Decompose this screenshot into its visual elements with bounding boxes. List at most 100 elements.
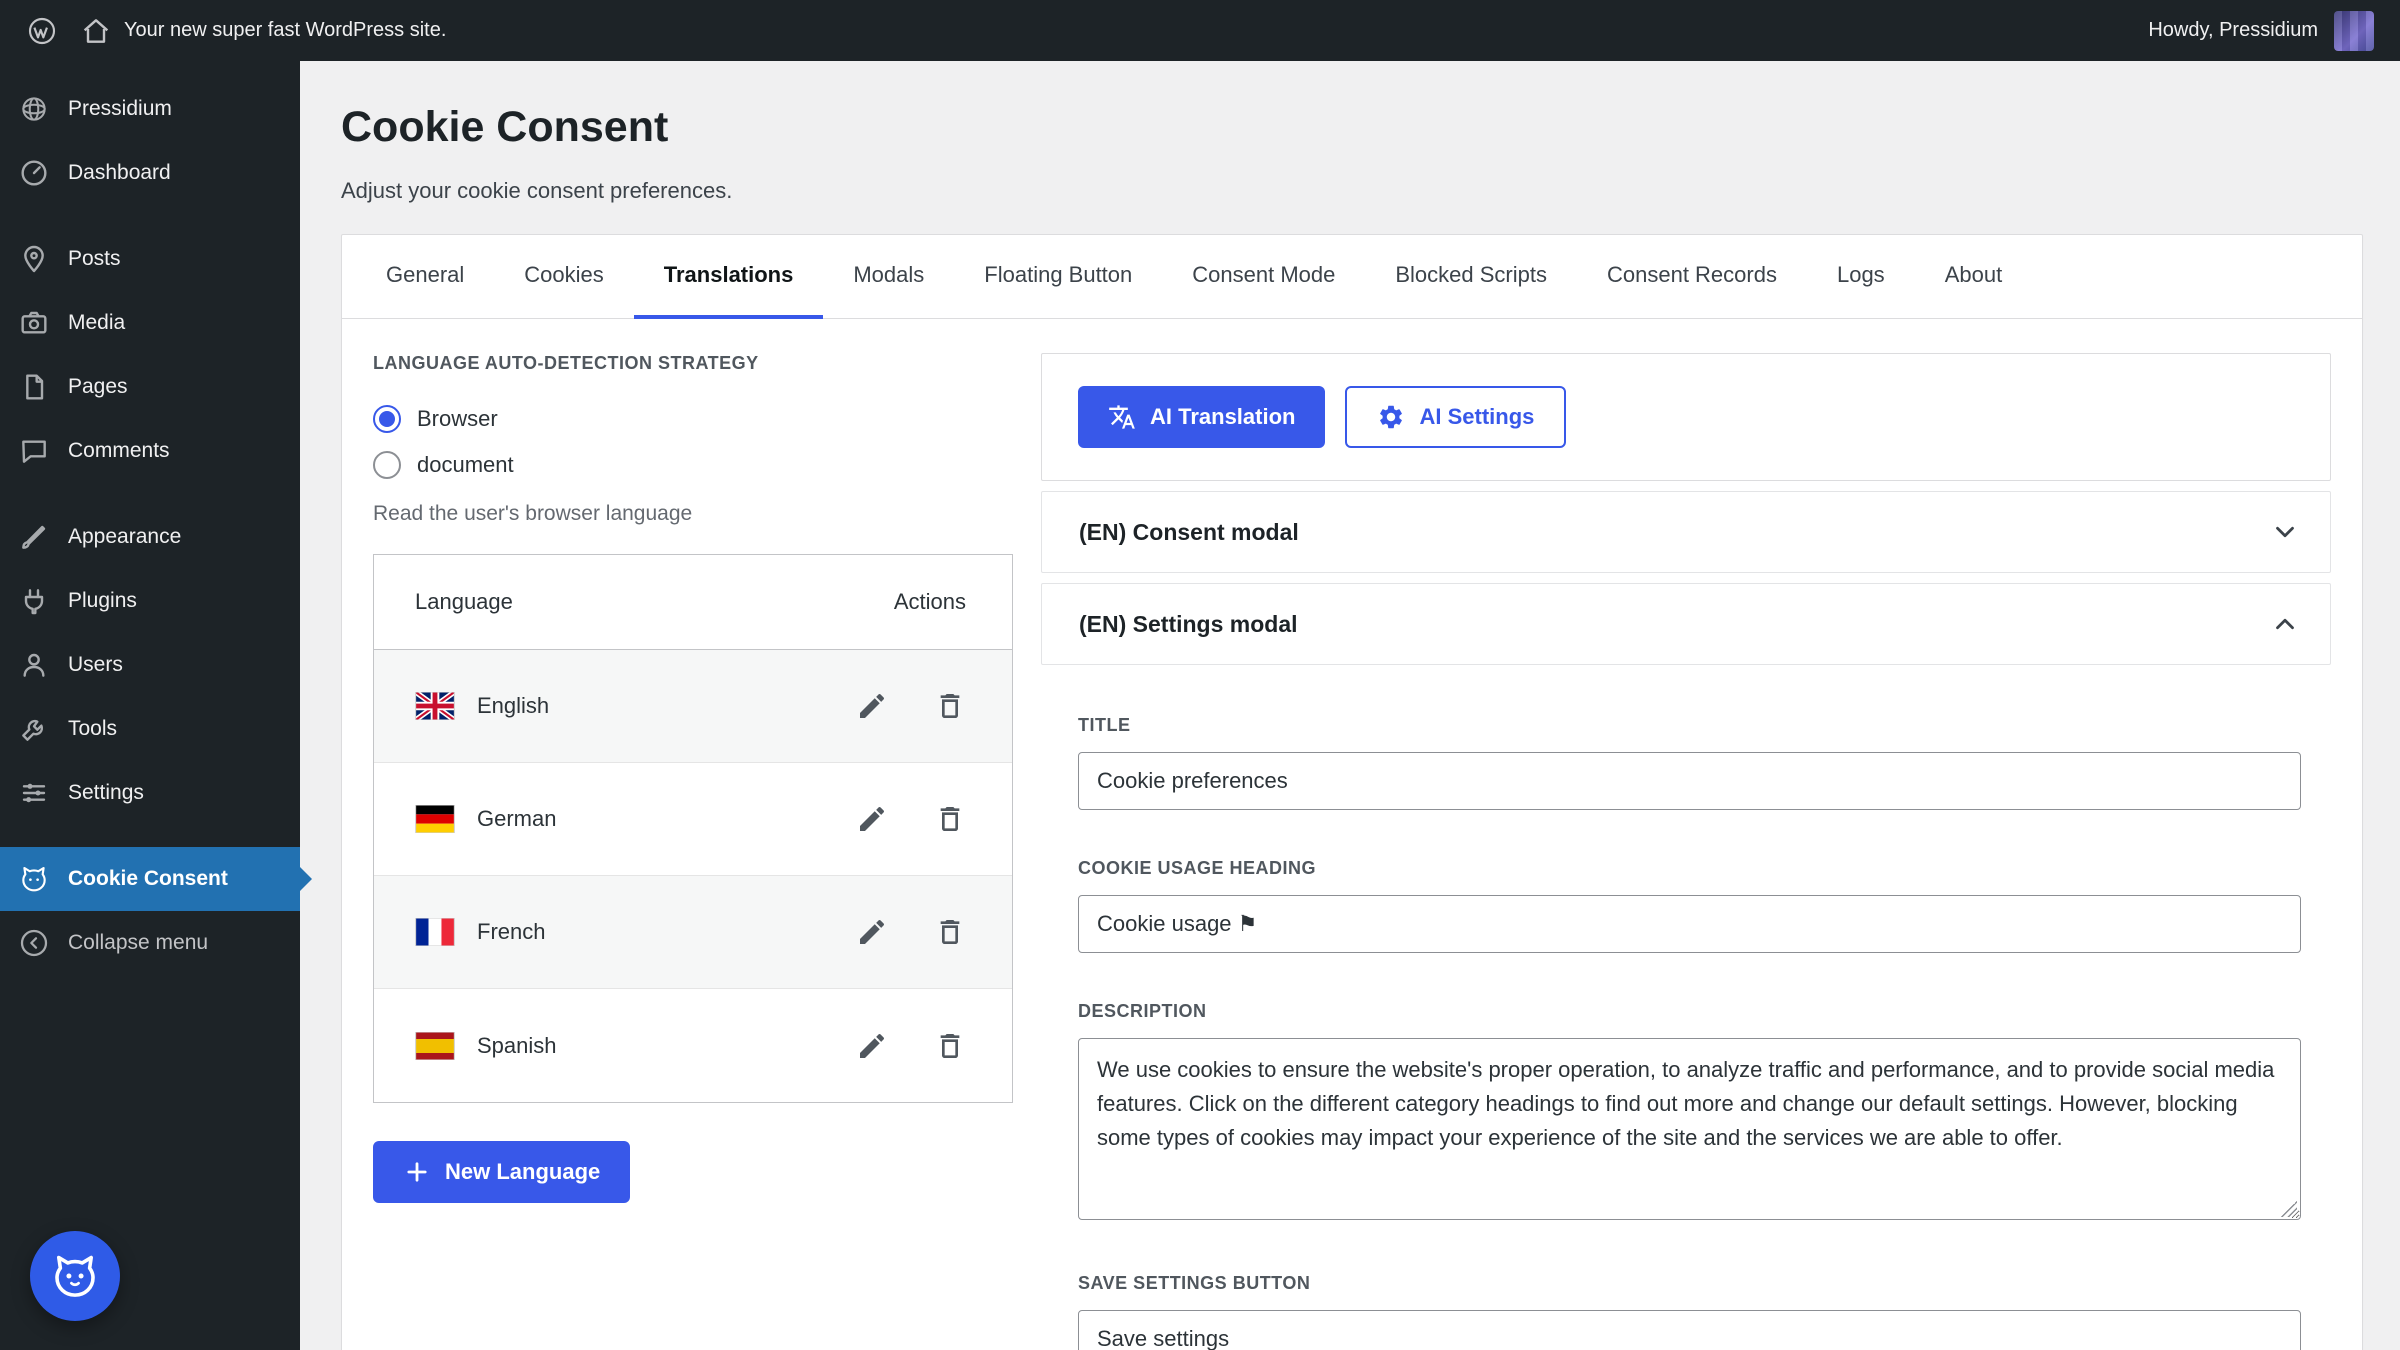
strategy-radio-group: Browser document bbox=[373, 396, 1013, 488]
france-flag-icon bbox=[415, 918, 455, 946]
tab-about[interactable]: About bbox=[1915, 235, 2033, 319]
pressidium-mascot-button[interactable] bbox=[30, 1231, 120, 1321]
sidebar-item-pages[interactable]: Pages bbox=[0, 355, 300, 419]
ai-translation-button[interactable]: AI Translation bbox=[1078, 386, 1326, 448]
tab-translations[interactable]: Translations bbox=[633, 235, 824, 319]
howdy-text[interactable]: Howdy, Pressidium bbox=[2148, 19, 2318, 42]
sidebar-item-label: Users bbox=[68, 653, 123, 676]
sidebar-item-collapse-menu[interactable]: Collapse menu bbox=[0, 911, 300, 975]
tab-logs[interactable]: Logs bbox=[1807, 235, 1915, 319]
page-title: Cookie Consent bbox=[341, 103, 669, 151]
cookie-usage-field-label: Cookie usage heading bbox=[1078, 858, 1317, 878]
new-language-button[interactable]: New Language bbox=[373, 1141, 631, 1203]
user-avatar[interactable] bbox=[2334, 10, 2374, 51]
ai-settings-button[interactable]: AI Settings bbox=[1345, 386, 1567, 448]
description-textarea[interactable]: We use cookies to ensure the website's p… bbox=[1078, 1038, 2301, 1220]
table-row: English bbox=[374, 650, 1012, 763]
tab-general[interactable]: General bbox=[356, 235, 494, 319]
main-content: Cookie Consent Adjust your cookie consen… bbox=[300, 61, 2400, 1350]
sidebar-item-tools[interactable]: Tools bbox=[0, 697, 300, 761]
media-icon bbox=[18, 307, 50, 339]
sidebar-item-pressidium[interactable]: Pressidium bbox=[0, 77, 300, 141]
radio-document-control[interactable] bbox=[373, 451, 401, 479]
column-actions: Actions bbox=[893, 589, 966, 614]
sidebar: Pressidium Dashboard Posts Media Pages C… bbox=[0, 61, 312, 1350]
sidebar-item-label: Dashboard bbox=[68, 161, 171, 184]
sidebar-item-dashboard[interactable]: Dashboard bbox=[0, 141, 300, 205]
language-table-header: Language Actions bbox=[374, 555, 1012, 650]
tab-floating-button[interactable]: Floating Button bbox=[954, 235, 1162, 319]
language-table: Language Actions English German French S… bbox=[373, 554, 1013, 1103]
sidebar-item-settings[interactable]: Settings bbox=[0, 761, 300, 825]
gear-icon bbox=[1377, 403, 1405, 431]
delete-icon[interactable] bbox=[934, 916, 966, 948]
plus-icon bbox=[403, 1158, 431, 1186]
radio-browser-control[interactable] bbox=[373, 405, 401, 433]
sidebar-item-users[interactable]: Users bbox=[0, 633, 300, 697]
cat-mascot-icon bbox=[55, 1255, 95, 1297]
radio-document[interactable]: document bbox=[373, 442, 1013, 488]
settings-modal-form: Title Cookie usage heading Description W… bbox=[1041, 665, 2331, 1350]
ai-settings-label: AI Settings bbox=[1419, 404, 1535, 429]
tab-consent-mode[interactable]: Consent Mode bbox=[1162, 235, 1365, 319]
ai-panel: AI Translation AI Settings bbox=[1041, 353, 2331, 481]
sidebar-item-label: Posts bbox=[68, 247, 121, 270]
site-link[interactable]: Your new super fast WordPress site. bbox=[80, 15, 446, 47]
accordion-settings-modal[interactable]: (EN) Settings modal bbox=[1041, 583, 2331, 665]
menu-separator bbox=[0, 825, 300, 847]
title-input[interactable] bbox=[1078, 752, 2301, 810]
chevron-up-icon bbox=[2270, 609, 2300, 639]
home-icon bbox=[80, 15, 112, 47]
menu-separator bbox=[0, 205, 300, 227]
sidebar-item-label: Plugins bbox=[68, 589, 137, 612]
tab-modals[interactable]: Modals bbox=[823, 235, 954, 319]
ai-translation-label: AI Translation bbox=[1150, 404, 1296, 429]
plugins-icon bbox=[18, 585, 50, 617]
sidebar-item-appearance[interactable]: Appearance bbox=[0, 505, 300, 569]
tab-cookies[interactable]: Cookies bbox=[494, 235, 633, 319]
chevron-down-icon bbox=[2270, 517, 2300, 547]
tab-bar: General Cookies Translations Modals Floa… bbox=[342, 235, 2362, 319]
tab-consent-records[interactable]: Consent Records bbox=[1577, 235, 1807, 319]
delete-icon[interactable] bbox=[934, 1030, 966, 1062]
germany-flag-icon bbox=[415, 805, 455, 833]
sidebar-item-media[interactable]: Media bbox=[0, 291, 300, 355]
collapse-menu-icon bbox=[18, 927, 50, 959]
language-name: French bbox=[477, 919, 546, 944]
sidebar-item-label: Settings bbox=[68, 781, 144, 804]
language-column: Language auto-detection strategy Browser… bbox=[373, 353, 1013, 1350]
delete-icon[interactable] bbox=[934, 690, 966, 722]
sidebar-item-comments[interactable]: Comments bbox=[0, 419, 300, 483]
strategy-help-text: Read the user's browser language bbox=[373, 502, 693, 525]
language-name: Spanish bbox=[477, 1032, 557, 1058]
table-row: German bbox=[374, 763, 1012, 876]
accordion-consent-modal[interactable]: (EN) Consent modal bbox=[1041, 491, 2331, 573]
language-name: English bbox=[477, 693, 550, 718]
delete-icon[interactable] bbox=[934, 803, 966, 835]
save-settings-input[interactable] bbox=[1078, 1310, 2301, 1350]
sidebar-item-label: Tools bbox=[68, 717, 118, 740]
sidebar-item-label: Media bbox=[68, 311, 126, 334]
site-name: Your new super fast WordPress site. bbox=[124, 19, 447, 41]
edit-icon[interactable] bbox=[856, 803, 888, 835]
radio-browser[interactable]: Browser bbox=[373, 396, 1013, 442]
edit-icon[interactable] bbox=[856, 916, 888, 948]
strategy-label: Language auto-detection strategy bbox=[373, 353, 759, 373]
edit-icon[interactable] bbox=[856, 690, 888, 722]
wordpress-logo-icon[interactable] bbox=[26, 15, 58, 47]
accordion-title: (EN) Consent modal bbox=[1079, 518, 1299, 545]
tools-icon bbox=[18, 713, 50, 745]
edit-icon[interactable] bbox=[856, 1030, 888, 1062]
appearance-icon bbox=[18, 521, 50, 553]
sidebar-item-label: Comments bbox=[68, 439, 170, 462]
cookie-usage-input[interactable] bbox=[1078, 895, 2301, 953]
tab-blocked-scripts[interactable]: Blocked Scripts bbox=[1365, 235, 1577, 319]
translations-column: AI Translation AI Settings (EN) Consent … bbox=[1041, 353, 2331, 1350]
pages-icon bbox=[18, 371, 50, 403]
sidebar-item-plugins[interactable]: Plugins bbox=[0, 569, 300, 633]
language-name: German bbox=[477, 806, 557, 831]
table-row: French bbox=[374, 876, 1012, 989]
sidebar-item-posts[interactable]: Posts bbox=[0, 227, 300, 291]
sidebar-item-cookie-consent[interactable]: Cookie Consent bbox=[0, 847, 312, 911]
sidebar-item-label: Appearance bbox=[68, 525, 182, 548]
